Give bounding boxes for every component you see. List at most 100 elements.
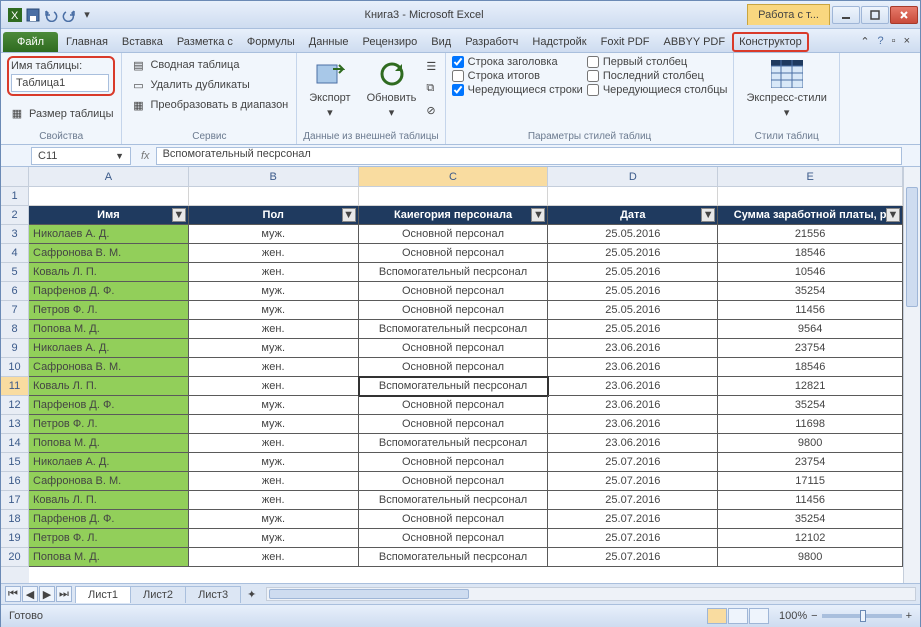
filter-dropdown-icon[interactable]: ▼ — [886, 208, 900, 222]
quick-styles-button[interactable]: Экспресс-стили▾ — [740, 56, 832, 121]
row-header[interactable]: 5 — [1, 263, 29, 282]
ribbon-tab-foxit pdf[interactable]: Foxit PDF — [594, 32, 657, 52]
cell[interactable]: 23.06.2016 — [548, 358, 718, 377]
page-break-view-button[interactable] — [749, 608, 769, 624]
cell[interactable]: жен. — [189, 320, 359, 339]
cell[interactable]: Основной персонал — [359, 282, 549, 301]
cell[interactable]: 35254 — [718, 396, 903, 415]
cell[interactable]: Основной персонал — [359, 339, 549, 358]
cell[interactable]: Основной персонал — [359, 301, 549, 320]
ribbon-tab-вставка[interactable]: Вставка — [115, 32, 170, 52]
cell[interactable] — [29, 187, 189, 206]
open-browser-icon[interactable]: ⧉ — [426, 82, 436, 95]
ribbon-tab-вид[interactable]: Вид — [424, 32, 458, 52]
cell[interactable]: муж. — [189, 415, 359, 434]
cell[interactable]: 35254 — [718, 510, 903, 529]
cell[interactable]: Николаев А. Д. — [29, 453, 189, 472]
table-header-cell[interactable]: Сумма заработной платы, р▼ — [718, 206, 903, 225]
cell[interactable]: 17115 — [718, 472, 903, 491]
header-row-checkbox[interactable]: Строка заголовка — [452, 56, 583, 68]
normal-view-button[interactable] — [707, 608, 727, 624]
table-header-cell[interactable]: Пол▼ — [189, 206, 359, 225]
cell[interactable]: Сафронова В. М. — [29, 244, 189, 263]
cell[interactable]: 18546 — [718, 358, 903, 377]
table-header-cell[interactable]: Дата▼ — [548, 206, 718, 225]
refresh-button[interactable]: Обновить▾ — [361, 56, 423, 121]
cell[interactable]: жен. — [189, 244, 359, 263]
cell[interactable]: 25.07.2016 — [548, 491, 718, 510]
cell[interactable]: жен. — [189, 263, 359, 282]
cell[interactable]: Петров Ф. Л. — [29, 301, 189, 320]
cell[interactable]: 9564 — [718, 320, 903, 339]
banded-cols-checkbox[interactable]: Чередующиеся столбцы — [587, 84, 728, 96]
cell[interactable]: Коваль Л. П. — [29, 377, 189, 396]
cell[interactable]: Основной персонал — [359, 472, 549, 491]
cell[interactable]: Парфенов Д. Ф. — [29, 396, 189, 415]
zoom-in-button[interactable]: + — [906, 610, 912, 622]
ribbon-tab-формулы[interactable]: Формулы — [240, 32, 302, 52]
sheet-nav-next[interactable]: ▶ — [39, 586, 55, 602]
cell[interactable]: муж. — [189, 301, 359, 320]
cell[interactable]: 23.06.2016 — [548, 415, 718, 434]
cell[interactable] — [718, 187, 903, 206]
cell[interactable]: муж. — [189, 225, 359, 244]
banded-rows-checkbox[interactable]: Чередующиеся строки — [452, 84, 583, 96]
cell[interactable]: Парфенов Д. Ф. — [29, 510, 189, 529]
export-button[interactable]: Экспорт▾ — [303, 56, 356, 121]
row-header[interactable]: 15 — [1, 453, 29, 472]
cell[interactable]: 23754 — [718, 339, 903, 358]
remove-duplicates-button[interactable]: ▭Удалить дубликаты — [128, 76, 290, 94]
unlink-icon[interactable]: ⊘ — [426, 104, 436, 117]
cell[interactable]: 25.07.2016 — [548, 548, 718, 567]
page-layout-view-button[interactable] — [728, 608, 748, 624]
ribbon-tab-разметка с[interactable]: Разметка с — [170, 32, 240, 52]
doc-close-icon[interactable]: × — [904, 35, 910, 48]
row-header[interactable]: 13 — [1, 415, 29, 434]
cell[interactable]: жен. — [189, 377, 359, 396]
row-header[interactable]: 6 — [1, 282, 29, 301]
cell[interactable]: Основной персонал — [359, 358, 549, 377]
select-all-corner[interactable] — [1, 167, 29, 187]
cell[interactable]: Вспомогательный песрсонал — [359, 548, 549, 567]
column-header[interactable]: C — [359, 167, 549, 187]
horizontal-scrollbar[interactable] — [266, 587, 916, 601]
sheet-tab[interactable]: Лист1 — [75, 586, 131, 603]
cell[interactable]: Основной персонал — [359, 529, 549, 548]
fx-icon[interactable]: fx — [135, 150, 156, 162]
cell[interactable]: жен. — [189, 472, 359, 491]
cell[interactable]: Сафронова В. М. — [29, 358, 189, 377]
cell[interactable]: Вспомогательный песрсонал — [359, 491, 549, 510]
spreadsheet-grid[interactable]: ABCDE 1234567891011121314151617181920 Им… — [1, 167, 920, 583]
last-col-checkbox[interactable]: Последний столбец — [587, 70, 728, 82]
cell[interactable]: 18546 — [718, 244, 903, 263]
cell[interactable]: 11456 — [718, 491, 903, 510]
filter-dropdown-icon[interactable]: ▼ — [172, 208, 186, 222]
row-header[interactable]: 1 — [1, 187, 29, 206]
cell[interactable]: 35254 — [718, 282, 903, 301]
cell[interactable]: Петров Ф. Л. — [29, 415, 189, 434]
close-button[interactable] — [890, 6, 918, 24]
help-icon[interactable]: ? — [878, 35, 884, 48]
ribbon-tab-надстройк[interactable]: Надстройк — [525, 32, 593, 52]
cell[interactable]: Петров Ф. Л. — [29, 529, 189, 548]
row-header[interactable]: 8 — [1, 320, 29, 339]
zoom-slider[interactable] — [822, 614, 902, 618]
resize-table-button[interactable]: ▦Размер таблицы — [7, 105, 115, 123]
pivot-table-button[interactable]: ▤Сводная таблица — [128, 56, 290, 74]
row-header[interactable]: 14 — [1, 434, 29, 453]
cell[interactable]: 9800 — [718, 548, 903, 567]
sheet-nav-prev[interactable]: ◀ — [22, 586, 38, 602]
sheet-nav-last[interactable]: ⏭ — [56, 586, 72, 602]
cell[interactable]: 25.07.2016 — [548, 529, 718, 548]
row-header[interactable]: 20 — [1, 548, 29, 567]
cell[interactable]: Коваль Л. П. — [29, 263, 189, 282]
row-header[interactable]: 10 — [1, 358, 29, 377]
cell[interactable]: Вспомогательный песрсонал — [359, 320, 549, 339]
cell[interactable]: 23.06.2016 — [548, 396, 718, 415]
ribbon-tab-разработч[interactable]: Разработч — [458, 32, 525, 52]
row-header[interactable]: 9 — [1, 339, 29, 358]
cell[interactable]: 25.05.2016 — [548, 225, 718, 244]
cell[interactable]: Основной персонал — [359, 225, 549, 244]
column-header[interactable]: D — [548, 167, 718, 187]
cell[interactable]: муж. — [189, 529, 359, 548]
